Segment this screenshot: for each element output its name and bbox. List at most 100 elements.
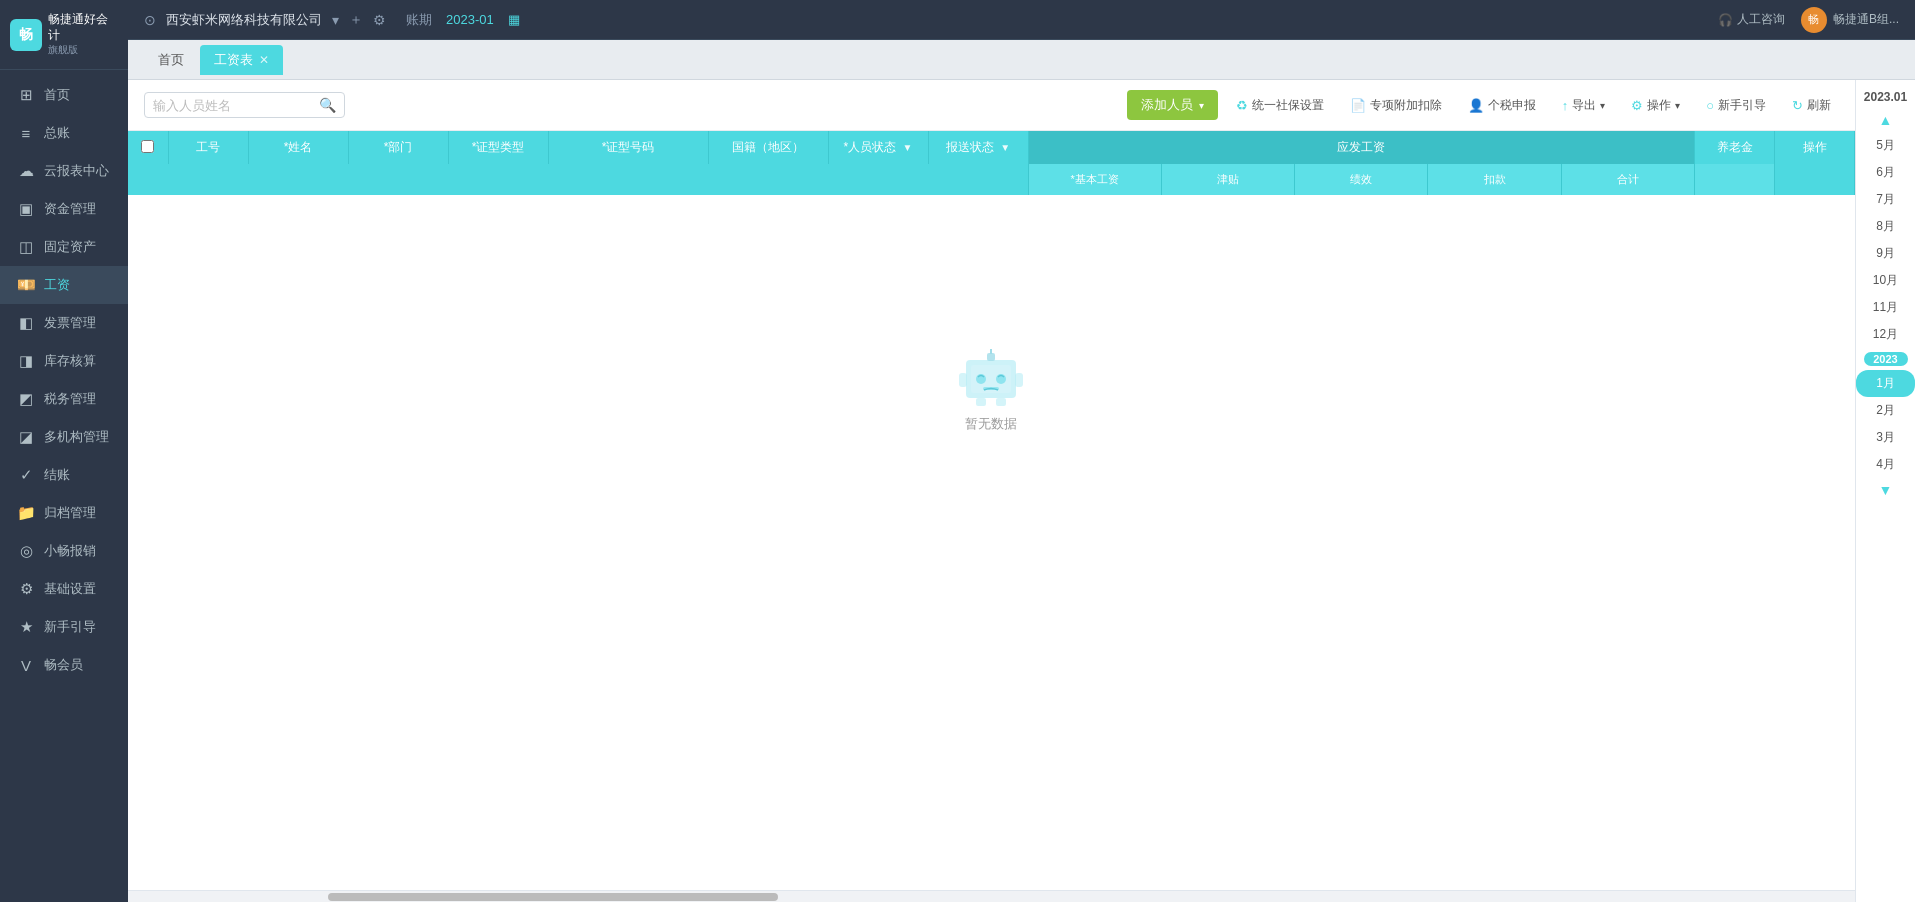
period-value[interactable]: 2023-01 (446, 12, 494, 27)
sidebar-label-general-ledger: 总账 (44, 124, 70, 142)
operate-action[interactable]: ⚙ 操作 ▾ (1623, 93, 1688, 118)
payroll-panel: 🔍 添加人员 ▾ ♻ 统一社保设置 📄 专项附加扣除 (128, 80, 1855, 902)
month-10[interactable]: 10月 (1856, 267, 1915, 294)
sidebar-item-invoice[interactable]: ◧ 发票管理 (0, 304, 128, 342)
search-input[interactable] (153, 98, 313, 113)
month-1[interactable]: 1月 (1856, 370, 1915, 397)
tabbar: 首页 工资表 ✕ (128, 40, 1915, 80)
fixed-assets-icon: ◫ (16, 238, 36, 256)
scroll-thumb[interactable] (328, 893, 778, 901)
special-deduct-label: 专项附加扣除 (1370, 97, 1442, 114)
refresh-action[interactable]: ↻ 刷新 (1784, 93, 1839, 118)
app-edition: 旗舰版 (48, 43, 118, 57)
archive-icon: 📁 (16, 504, 36, 522)
export-chevron-icon: ▾ (1600, 100, 1605, 111)
col-report[interactable]: 报送状态 ▼ (928, 131, 1028, 164)
tab-home[interactable]: 首页 (144, 45, 198, 75)
month-8[interactable]: 8月 (1856, 213, 1915, 240)
month-picker-up[interactable]: ▲ (1875, 108, 1897, 132)
sidebar-item-fixed-assets[interactable]: ◫ 固定资产 (0, 228, 128, 266)
user-label: 畅捷通B组... (1833, 11, 1899, 28)
sidebar-label-payroll: 工资 (44, 276, 70, 294)
month-6[interactable]: 6月 (1856, 159, 1915, 186)
sidebar-item-guide[interactable]: ★ 新手引导 (0, 608, 128, 646)
operate-label: 操作 (1647, 97, 1671, 114)
ledger-icon: ≡ (16, 125, 36, 142)
col-ops: 操作 (1775, 131, 1855, 164)
sidebar-item-multi-org[interactable]: ◪ 多机构管理 (0, 418, 128, 456)
sidebar-item-archive[interactable]: 📁 归档管理 (0, 494, 128, 532)
guide-action-icon: ○ (1706, 98, 1714, 113)
sidebar-item-expense[interactable]: ◎ 小畅报销 (0, 532, 128, 570)
settlement-icon: ✓ (16, 466, 36, 484)
col-no: 工号 (168, 131, 248, 164)
sidebar-label-tax: 税务管理 (44, 390, 96, 408)
expense-icon: ◎ (16, 542, 36, 560)
export-action[interactable]: ↑ 导出 ▾ (1554, 93, 1614, 118)
sidebar-nav: ⊞ 首页 ≡ 总账 ☁ 云报表中心 ▣ 资金管理 ◫ 固定资产 💴 工资 (0, 70, 128, 902)
sidebar-item-settlement[interactable]: ✓ 结账 (0, 456, 128, 494)
month-2[interactable]: 2月 (1856, 397, 1915, 424)
report-filter-icon[interactable]: ▼ (1000, 142, 1010, 153)
guide-icon: ★ (16, 618, 36, 636)
calendar-icon[interactable]: ▦ (508, 12, 520, 27)
sidebar-item-general-ledger[interactable]: ≡ 总账 (0, 114, 128, 152)
tab-close-icon[interactable]: ✕ (259, 53, 269, 67)
guide-action[interactable]: ○ 新手引导 (1698, 93, 1774, 118)
tax-report-action[interactable]: 👤 个税申报 (1460, 93, 1544, 118)
sidebar-item-member[interactable]: V 畅会员 (0, 646, 128, 684)
sidebar-item-fund[interactable]: ▣ 资金管理 (0, 190, 128, 228)
month-4[interactable]: 4月 (1856, 451, 1915, 478)
app-container: 畅 畅捷通好会计 旗舰版 ⊞ 首页 ≡ 总账 ☁ 云报表中心 ▣ (0, 0, 1915, 902)
app-name: 畅捷通好会计 (48, 12, 118, 43)
add-chevron-icon: ▾ (1199, 100, 1204, 111)
month-9[interactable]: 9月 (1856, 240, 1915, 267)
social-security-action[interactable]: ♻ 统一社保设置 (1228, 93, 1332, 118)
sidebar-item-tax[interactable]: ◩ 税务管理 (0, 380, 128, 418)
company-settings-icon[interactable]: ⚙ (373, 12, 386, 28)
select-all-checkbox[interactable] (141, 140, 154, 153)
add-company-icon[interactable]: ＋ (349, 11, 363, 29)
invoice-icon: ◧ (16, 314, 36, 332)
search-icon: 🔍 (319, 97, 336, 113)
period-label: 账期 (406, 11, 432, 29)
sidebar-item-cloud-report[interactable]: ☁ 云报表中心 (0, 152, 128, 190)
col-bonus: 津贴 (1161, 164, 1294, 195)
col-ops-sub (1775, 164, 1855, 195)
service-button[interactable]: 🎧 人工咨询 (1718, 11, 1785, 28)
company-icon: ⊙ (144, 12, 156, 28)
month-11[interactable]: 11月 (1856, 294, 1915, 321)
sidebar-label-invoice: 发票管理 (44, 314, 96, 332)
operate-icon: ⚙ (1631, 98, 1643, 113)
month-12[interactable]: 12月 (1856, 321, 1915, 348)
refresh-label: 刷新 (1807, 97, 1831, 114)
main-area: ⊙ 西安虾米网络科技有限公司 ▾ ＋ ⚙ 账期 2023-01 ▦ 🎧 人工咨询… (128, 0, 1915, 902)
tab-payroll-table[interactable]: 工资表 ✕ (200, 45, 283, 75)
add-person-button[interactable]: 添加人员 ▾ (1127, 90, 1218, 120)
sidebar-logo: 畅 畅捷通好会计 旗舰版 (0, 0, 128, 70)
status-filter-icon[interactable]: ▼ (903, 142, 913, 153)
col-status[interactable]: *人员状态 ▼ (828, 131, 928, 164)
refresh-icon: ↻ (1792, 98, 1803, 113)
col-checkbox[interactable] (128, 131, 168, 164)
sidebar-label-expense: 小畅报销 (44, 542, 96, 560)
sidebar-item-home[interactable]: ⊞ 首页 (0, 76, 128, 114)
service-label: 人工咨询 (1737, 11, 1785, 28)
month-picker-down[interactable]: ▼ (1875, 478, 1897, 502)
month-7[interactable]: 7月 (1856, 186, 1915, 213)
col-id-type: *证型类型 (448, 131, 548, 164)
svg-rect-7 (959, 373, 967, 387)
empty-icon (951, 335, 1031, 415)
social-security-icon: ♻ (1236, 98, 1248, 113)
company-dropdown-icon[interactable]: ▾ (332, 12, 339, 28)
search-wrap: 🔍 (144, 92, 345, 118)
month-3[interactable]: 3月 (1856, 424, 1915, 451)
svg-rect-5 (987, 353, 995, 361)
month-5[interactable]: 5月 (1856, 132, 1915, 159)
fund-icon: ▣ (16, 200, 36, 218)
user-menu[interactable]: 畅 畅捷通B组... (1801, 7, 1899, 33)
sidebar-item-inventory[interactable]: ◨ 库存核算 (0, 342, 128, 380)
special-deduct-action[interactable]: 📄 专项附加扣除 (1342, 93, 1450, 118)
sidebar-item-payroll[interactable]: 💴 工资 (0, 266, 128, 304)
sidebar-item-settings[interactable]: ⚙ 基础设置 (0, 570, 128, 608)
